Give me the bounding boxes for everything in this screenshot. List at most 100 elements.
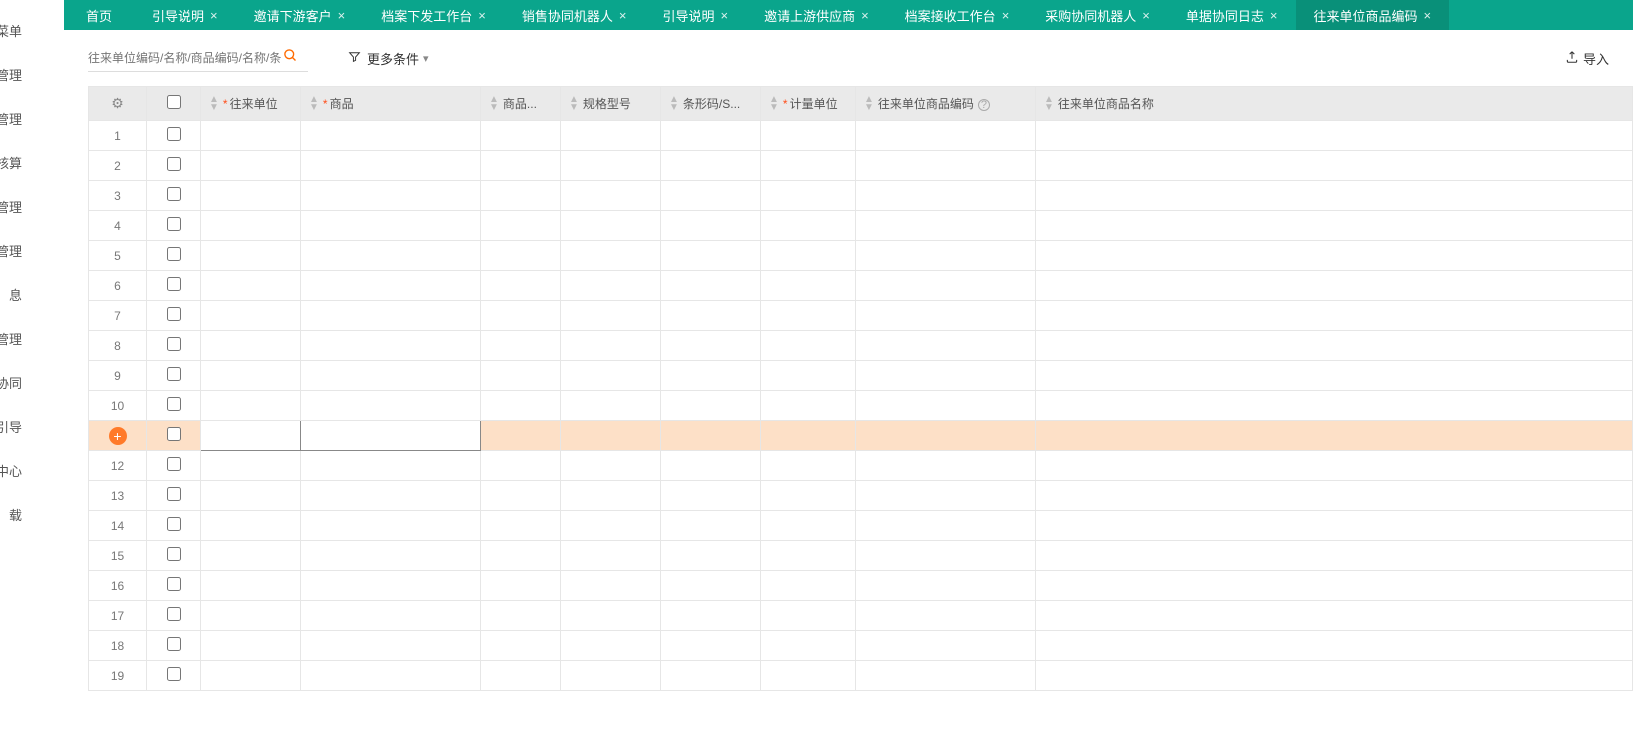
row-checkbox[interactable] bbox=[167, 667, 181, 681]
row-index-cell[interactable]: 14 bbox=[89, 511, 147, 541]
table-row[interactable]: 13 bbox=[89, 481, 1633, 511]
row-checkbox-cell[interactable] bbox=[147, 121, 201, 151]
table-row[interactable]: 6 bbox=[89, 271, 1633, 301]
cell-unit[interactable] bbox=[201, 511, 301, 541]
close-icon[interactable]: × bbox=[338, 8, 346, 23]
cell-barcode[interactable] bbox=[661, 361, 761, 391]
table-row[interactable]: 8 bbox=[89, 331, 1633, 361]
row-checkbox[interactable] bbox=[167, 187, 181, 201]
tab-9[interactable]: 单据协同日志× bbox=[1168, 0, 1296, 30]
cell-prodext[interactable] bbox=[481, 211, 561, 241]
row-index-cell[interactable]: 16 bbox=[89, 571, 147, 601]
cell-unit[interactable] bbox=[201, 241, 301, 271]
cell-code[interactable] bbox=[856, 241, 1036, 271]
row-checkbox[interactable] bbox=[167, 637, 181, 651]
cell-barcode[interactable] bbox=[661, 121, 761, 151]
cell-uom[interactable] bbox=[761, 571, 856, 601]
cell-code[interactable] bbox=[856, 511, 1036, 541]
cell-unit[interactable] bbox=[201, 481, 301, 511]
cell-unit[interactable] bbox=[201, 181, 301, 211]
cell-spec[interactable] bbox=[561, 601, 661, 631]
cell-uom[interactable] bbox=[761, 511, 856, 541]
row-index-cell[interactable]: 15 bbox=[89, 541, 147, 571]
row-checkbox[interactable] bbox=[167, 457, 181, 471]
cell-barcode[interactable] bbox=[661, 601, 761, 631]
cell-product[interactable] bbox=[301, 121, 481, 151]
table-row[interactable]: 16 bbox=[89, 571, 1633, 601]
row-index-cell[interactable]: 8 bbox=[89, 331, 147, 361]
table-row[interactable]: 1 bbox=[89, 121, 1633, 151]
tab-1[interactable]: 引导说明× bbox=[134, 0, 236, 30]
cell-code[interactable] bbox=[856, 541, 1036, 571]
cell-unit[interactable] bbox=[201, 571, 301, 601]
cell-product[interactable] bbox=[301, 301, 481, 331]
cell-barcode[interactable] bbox=[661, 661, 761, 691]
row-index-cell[interactable]: 12 bbox=[89, 451, 147, 481]
table-row[interactable]: 10 bbox=[89, 391, 1633, 421]
close-icon[interactable]: × bbox=[1424, 8, 1432, 23]
cell-barcode[interactable] bbox=[661, 241, 761, 271]
cell-barcode[interactable] bbox=[661, 481, 761, 511]
close-icon[interactable]: × bbox=[619, 8, 627, 23]
close-icon[interactable]: × bbox=[478, 8, 486, 23]
cell-name[interactable] bbox=[1036, 331, 1633, 361]
cell-unit[interactable] bbox=[201, 421, 301, 451]
sidebar-item-0[interactable]: 菜单 bbox=[0, 8, 24, 52]
cell-uom[interactable] bbox=[761, 211, 856, 241]
sidebar-item-7[interactable]: 管理 bbox=[0, 316, 24, 360]
cell-spec[interactable] bbox=[561, 571, 661, 601]
cell-code[interactable] bbox=[856, 571, 1036, 601]
cell-spec[interactable] bbox=[561, 391, 661, 421]
tab-3[interactable]: 档案下发工作台× bbox=[363, 0, 504, 30]
table-row[interactable]: 2 bbox=[89, 151, 1633, 181]
cell-uom[interactable] bbox=[761, 241, 856, 271]
cell-product[interactable] bbox=[301, 331, 481, 361]
cell-product[interactable] bbox=[301, 271, 481, 301]
cell-product[interactable] bbox=[301, 151, 481, 181]
cell-product[interactable] bbox=[301, 421, 481, 451]
more-conditions-button[interactable]: 更多条件 ▾ bbox=[348, 49, 429, 68]
cell-unit[interactable] bbox=[201, 451, 301, 481]
cell-unit[interactable] bbox=[201, 301, 301, 331]
row-checkbox[interactable] bbox=[167, 337, 181, 351]
tab-7[interactable]: 档案接收工作台× bbox=[887, 0, 1028, 30]
cell-uom[interactable] bbox=[761, 151, 856, 181]
cell-code[interactable] bbox=[856, 391, 1036, 421]
cell-name[interactable] bbox=[1036, 151, 1633, 181]
cell-code[interactable] bbox=[856, 481, 1036, 511]
row-checkbox-cell[interactable] bbox=[147, 661, 201, 691]
cell-unit[interactable] bbox=[201, 151, 301, 181]
row-checkbox-cell[interactable] bbox=[147, 541, 201, 571]
cell-spec[interactable] bbox=[561, 181, 661, 211]
cell-uom[interactable] bbox=[761, 271, 856, 301]
export-button[interactable]: 导入 bbox=[1565, 49, 1609, 68]
cell-prodext[interactable] bbox=[481, 241, 561, 271]
table-row[interactable]: 15 bbox=[89, 541, 1633, 571]
cell-spec[interactable] bbox=[561, 541, 661, 571]
cell-product[interactable] bbox=[301, 481, 481, 511]
cell-name[interactable] bbox=[1036, 481, 1633, 511]
cell-barcode[interactable] bbox=[661, 511, 761, 541]
cell-product[interactable] bbox=[301, 661, 481, 691]
cell-code[interactable] bbox=[856, 121, 1036, 151]
col-header-uom[interactable]: *计量单位 bbox=[761, 87, 856, 121]
row-checkbox[interactable] bbox=[167, 367, 181, 381]
cell-prodext[interactable] bbox=[481, 481, 561, 511]
table-row[interactable]: 17 bbox=[89, 601, 1633, 631]
row-checkbox[interactable] bbox=[167, 217, 181, 231]
cell-code[interactable] bbox=[856, 421, 1036, 451]
row-checkbox-cell[interactable] bbox=[147, 151, 201, 181]
cell-barcode[interactable] bbox=[661, 151, 761, 181]
cell-barcode[interactable] bbox=[661, 571, 761, 601]
cell-uom[interactable] bbox=[761, 631, 856, 661]
cell-name[interactable] bbox=[1036, 661, 1633, 691]
cell-uom[interactable] bbox=[761, 481, 856, 511]
cell-code[interactable] bbox=[856, 601, 1036, 631]
row-index-cell[interactable]: 3 bbox=[89, 181, 147, 211]
cell-prodext[interactable] bbox=[481, 361, 561, 391]
cell-unit[interactable] bbox=[201, 601, 301, 631]
table-row[interactable]: 19 bbox=[89, 661, 1633, 691]
help-icon[interactable]: ? bbox=[978, 99, 990, 111]
cell-prodext[interactable] bbox=[481, 511, 561, 541]
row-checkbox[interactable] bbox=[167, 517, 181, 531]
